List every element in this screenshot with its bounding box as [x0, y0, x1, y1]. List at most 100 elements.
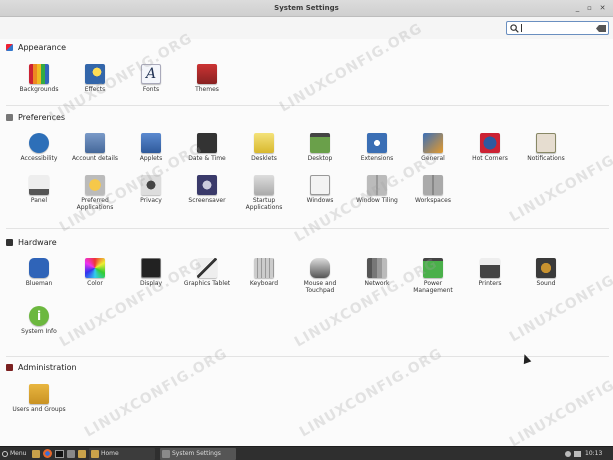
clear-search-icon[interactable]	[596, 25, 606, 32]
item-printers[interactable]: Printers	[462, 258, 518, 287]
search-input[interactable]	[506, 21, 609, 35]
item-themes[interactable]: Themes	[179, 64, 235, 93]
firefox-icon[interactable]	[43, 449, 52, 458]
section-hardware: Hardware	[6, 236, 57, 248]
section-label: Preferences	[18, 112, 66, 122]
item-label: Workspaces	[415, 197, 451, 204]
item-label: Desklets	[251, 155, 277, 162]
desklets-icon	[254, 133, 274, 153]
taskbar-window-home[interactable]: Home	[89, 448, 155, 460]
item-sound[interactable]: Sound	[518, 258, 574, 287]
item-preferred-applications[interactable]: Preferred Applications	[67, 175, 123, 211]
item-label: Display	[139, 280, 163, 287]
item-label: Applets	[139, 155, 163, 162]
item-blueman[interactable]: Blueman	[11, 258, 67, 287]
settings-content: Appearance Backgrounds Effects A Fonts T…	[0, 39, 613, 446]
item-users-groups[interactable]: Users and Groups	[11, 384, 67, 413]
workspaces-icon	[423, 175, 443, 195]
item-window-tiling[interactable]: Window Tiling	[349, 175, 405, 204]
folder-icon[interactable]	[78, 450, 86, 458]
settings-icon	[162, 450, 170, 458]
item-extensions[interactable]: Extensions	[349, 133, 405, 162]
user-icon[interactable]	[565, 451, 571, 457]
color-icon	[85, 258, 105, 278]
taskbar-window-system-settings[interactable]: System Settings	[160, 448, 236, 460]
item-color[interactable]: Color	[67, 258, 123, 287]
item-privacy[interactable]: Privacy	[123, 175, 179, 204]
account-icon	[85, 133, 105, 153]
section-divider	[6, 228, 609, 229]
extensions-icon	[367, 133, 387, 153]
item-label: Screensaver	[188, 197, 226, 204]
item-label: Window Tiling	[356, 197, 398, 204]
item-power-management[interactable]: Power Management	[405, 258, 461, 294]
file-manager-icon[interactable]	[32, 450, 40, 458]
menu-label: Menu	[10, 450, 27, 457]
window-title: System Settings	[274, 4, 339, 12]
item-desktop[interactable]: Desktop	[292, 133, 348, 162]
maximize-icon[interactable]: ▫	[584, 3, 595, 14]
minimize-icon[interactable]: _	[572, 3, 583, 14]
mouse-icon	[310, 258, 330, 278]
item-backgrounds[interactable]: Backgrounds	[11, 64, 67, 93]
item-accessibility[interactable]: Accessibility	[11, 133, 67, 162]
clock-icon	[197, 133, 217, 153]
item-panel[interactable]: Panel	[11, 175, 67, 204]
fonts-icon: A	[141, 64, 161, 84]
item-display[interactable]: Display	[123, 258, 179, 287]
network-tray-icon[interactable]	[574, 451, 581, 457]
bluetooth-icon	[29, 258, 49, 278]
show-desktop-icon[interactable]	[67, 450, 75, 458]
notifications-icon	[536, 133, 556, 153]
item-hot-corners[interactable]: Hot Corners	[462, 133, 518, 162]
item-label: Windows	[306, 197, 334, 204]
item-workspaces[interactable]: Workspaces	[405, 175, 461, 204]
item-effects[interactable]: Effects	[67, 64, 123, 93]
item-notifications[interactable]: Notifications	[518, 133, 574, 162]
item-label: Notifications	[527, 155, 565, 162]
screensaver-icon	[197, 175, 217, 195]
item-windows[interactable]: Windows	[292, 175, 348, 204]
item-fonts[interactable]: A Fonts	[123, 64, 179, 93]
item-label: Effects	[84, 86, 106, 93]
item-keyboard[interactable]: Keyboard	[236, 258, 292, 287]
item-network[interactable]: Network	[349, 258, 405, 287]
privacy-icon	[141, 175, 161, 195]
item-graphics-tablet[interactable]: Graphics Tablet	[179, 258, 235, 287]
item-label: Hot Corners	[472, 155, 508, 162]
search-icon	[510, 24, 519, 33]
item-screensaver[interactable]: Screensaver	[179, 175, 235, 204]
item-label: Power Management	[413, 280, 453, 294]
administration-section-icon	[6, 363, 13, 371]
accessibility-icon	[29, 133, 49, 153]
section-divider	[6, 105, 609, 106]
preferred-apps-icon	[85, 175, 105, 195]
panel-icon	[29, 175, 49, 195]
item-label: Mouse and Touchpad	[303, 280, 337, 294]
clock[interactable]: 10:13	[585, 449, 602, 459]
item-startup-applications[interactable]: Startup Applications	[236, 175, 292, 211]
general-icon	[423, 133, 443, 153]
desktop-icon	[310, 133, 330, 153]
item-date-time[interactable]: Date & Time	[179, 133, 235, 162]
item-account-details[interactable]: Account details	[67, 133, 123, 162]
close-icon[interactable]: ✕	[597, 3, 608, 14]
item-general[interactable]: General	[405, 133, 461, 162]
startup-apps-icon	[254, 175, 274, 195]
section-appearance: Appearance	[6, 41, 66, 53]
item-desklets[interactable]: Desklets	[236, 133, 292, 162]
section-divider	[6, 356, 609, 357]
menu-button[interactable]: Menu	[2, 449, 26, 459]
item-applets[interactable]: Applets	[123, 133, 179, 162]
menu-icon	[2, 450, 8, 457]
window-label: System Settings	[172, 450, 221, 457]
item-label: Sound	[536, 280, 556, 287]
item-mouse-touchpad[interactable]: Mouse and Touchpad	[292, 258, 348, 294]
item-system-info[interactable]: i System Info	[11, 306, 67, 335]
terminal-icon[interactable]	[55, 450, 64, 458]
item-label: Keyboard	[249, 280, 279, 287]
effects-icon	[85, 64, 105, 84]
windows-icon	[310, 175, 330, 195]
users-icon	[29, 384, 49, 404]
info-icon: i	[29, 306, 49, 326]
